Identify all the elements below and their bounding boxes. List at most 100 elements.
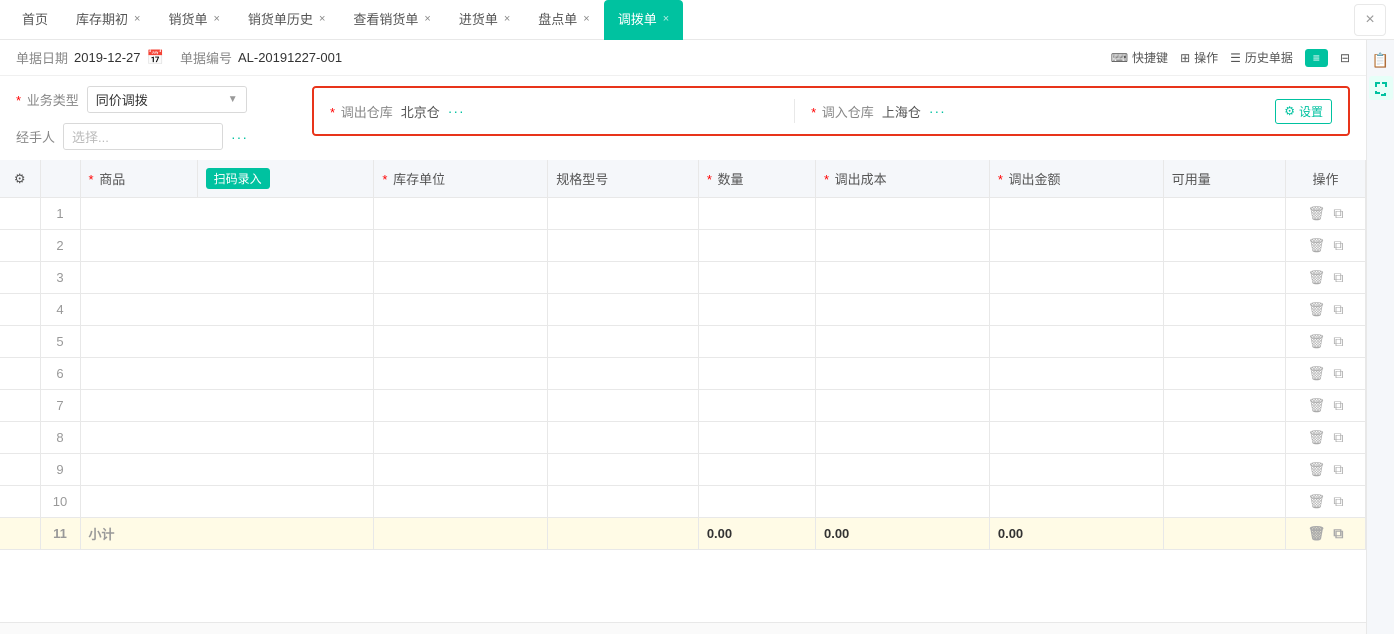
tab-close-view-sales[interactable]: × (424, 13, 430, 25)
row-amount-cell[interactable] (989, 326, 1163, 358)
delete-icon[interactable]: 🗑 (1308, 269, 1326, 286)
settings-button[interactable]: ⚙ 设置 (1275, 99, 1332, 124)
row-spec-cell[interactable] (548, 294, 699, 326)
row-spec-cell[interactable] (548, 262, 699, 294)
delete-icon[interactable]: 🗑 (1308, 525, 1326, 542)
tab-close-transfer-order[interactable]: × (663, 13, 669, 25)
tab-inventory-check[interactable]: 盘点单 × (524, 0, 603, 40)
row-avail-cell[interactable] (1163, 230, 1285, 262)
business-type-select[interactable]: 同价调拨 ▼ (87, 86, 247, 113)
row-spec-cell[interactable] (548, 422, 699, 454)
tab-close-purchase-order[interactable]: × (504, 13, 510, 25)
row-product-cell[interactable] (80, 326, 374, 358)
row-amount-cell[interactable] (989, 454, 1163, 486)
copy-icon[interactable]: ⧉ (1333, 205, 1343, 222)
delete-icon[interactable]: 🗑 (1308, 333, 1326, 350)
row-avail-cell[interactable] (1163, 422, 1285, 454)
copy-icon[interactable]: ⧉ (1333, 301, 1343, 318)
row-qty-cell[interactable] (698, 486, 815, 518)
row-cost-cell[interactable] (815, 230, 989, 262)
copy-icon[interactable]: ⧉ (1333, 365, 1343, 382)
horizontal-scrollbar[interactable] (0, 622, 1366, 634)
row-amount-cell[interactable] (989, 262, 1163, 294)
row-unit-cell[interactable] (374, 262, 548, 294)
row-spec-cell[interactable] (548, 486, 699, 518)
row-qty-cell[interactable] (698, 390, 815, 422)
tab-close-sales-order[interactable]: × (213, 13, 219, 25)
row-cost-cell[interactable] (815, 326, 989, 358)
row-unit-cell[interactable] (374, 358, 548, 390)
tab-purchase-order[interactable]: 进货单 × (445, 0, 524, 40)
layout-btn-1[interactable]: ≡ (1305, 49, 1328, 67)
row-avail-cell[interactable] (1163, 390, 1285, 422)
row-cost-cell[interactable] (815, 358, 989, 390)
row-cost-cell[interactable] (815, 262, 989, 294)
calendar-icon[interactable]: 📅 (147, 49, 164, 66)
row-cost-cell[interactable] (815, 294, 989, 326)
row-amount-cell[interactable] (989, 486, 1163, 518)
row-unit-cell[interactable] (374, 326, 548, 358)
delete-icon[interactable]: 🗑 (1308, 493, 1326, 510)
row-unit-cell[interactable] (374, 294, 548, 326)
row-avail-cell[interactable] (1163, 486, 1285, 518)
row-avail-cell[interactable] (1163, 358, 1285, 390)
tab-close-sales-history[interactable]: × (319, 13, 325, 25)
row-unit-cell[interactable] (374, 486, 548, 518)
row-avail-cell[interactable] (1163, 262, 1285, 294)
row-qty-cell[interactable] (698, 422, 815, 454)
tab-close-inventory-check[interactable]: × (583, 13, 589, 25)
row-qty-cell[interactable] (698, 262, 815, 294)
row-spec-cell[interactable] (548, 230, 699, 262)
copy-icon[interactable]: ⧉ (1333, 237, 1343, 254)
row-cost-cell[interactable] (815, 486, 989, 518)
operations-button[interactable]: ⊞ 操作 (1180, 49, 1218, 66)
row-avail-cell[interactable] (1163, 198, 1285, 230)
delete-icon[interactable]: 🗑 (1308, 237, 1326, 254)
row-spec-cell[interactable] (548, 326, 699, 358)
delete-icon[interactable]: 🗑 (1308, 429, 1326, 446)
row-cost-cell[interactable] (815, 390, 989, 422)
row-qty-cell[interactable] (698, 294, 815, 326)
copy-icon[interactable]: ⧉ (1333, 525, 1343, 542)
copy-icon[interactable]: ⧉ (1333, 333, 1343, 350)
tab-home[interactable]: 首页 (8, 0, 62, 40)
history-button[interactable]: ☰ 历史单据 (1230, 49, 1293, 66)
copy-icon[interactable]: ⧉ (1333, 269, 1343, 286)
row-product-cell[interactable] (80, 486, 374, 518)
row-qty-cell[interactable] (698, 198, 815, 230)
handler-more-button[interactable]: ··· (231, 129, 248, 145)
row-spec-cell[interactable] (548, 358, 699, 390)
row-amount-cell[interactable] (989, 390, 1163, 422)
row-product-cell[interactable] (80, 230, 374, 262)
row-product-cell[interactable] (80, 422, 374, 454)
transfer-in-more-button[interactable]: ··· (929, 103, 946, 119)
row-amount-cell[interactable] (989, 230, 1163, 262)
row-cost-cell[interactable] (815, 454, 989, 486)
tab-sales-history[interactable]: 销货单历史 × (234, 0, 339, 40)
shortcuts-button[interactable]: ⌨ 快捷键 (1111, 49, 1168, 66)
gear-column-header[interactable]: ⚙ (0, 160, 40, 198)
tab-view-sales[interactable]: 查看销货单 × (339, 0, 444, 40)
row-cost-cell[interactable] (815, 422, 989, 454)
row-unit-cell[interactable] (374, 198, 548, 230)
delete-icon[interactable]: 🗑 (1308, 461, 1326, 478)
copy-icon[interactable]: ⧉ (1333, 397, 1343, 414)
tab-sales-order[interactable]: 销货单 × (154, 0, 233, 40)
row-qty-cell[interactable] (698, 326, 815, 358)
delete-icon[interactable]: 🗑 (1308, 301, 1326, 318)
row-amount-cell[interactable] (989, 294, 1163, 326)
row-unit-cell[interactable] (374, 390, 548, 422)
row-avail-cell[interactable] (1163, 326, 1285, 358)
row-amount-cell[interactable] (989, 358, 1163, 390)
row-unit-cell[interactable] (374, 230, 548, 262)
row-qty-cell[interactable] (698, 230, 815, 262)
scan-button[interactable]: 扫码录入 (206, 168, 270, 189)
layout-btn-2[interactable]: ⊟ (1340, 51, 1350, 65)
sidebar-expand-icon[interactable] (1369, 76, 1393, 100)
transfer-out-more-button[interactable]: ··· (448, 103, 465, 119)
copy-icon[interactable]: ⧉ (1333, 429, 1343, 446)
row-qty-cell[interactable] (698, 454, 815, 486)
row-spec-cell[interactable] (548, 390, 699, 422)
row-qty-cell[interactable] (698, 358, 815, 390)
row-unit-cell[interactable] (374, 454, 548, 486)
